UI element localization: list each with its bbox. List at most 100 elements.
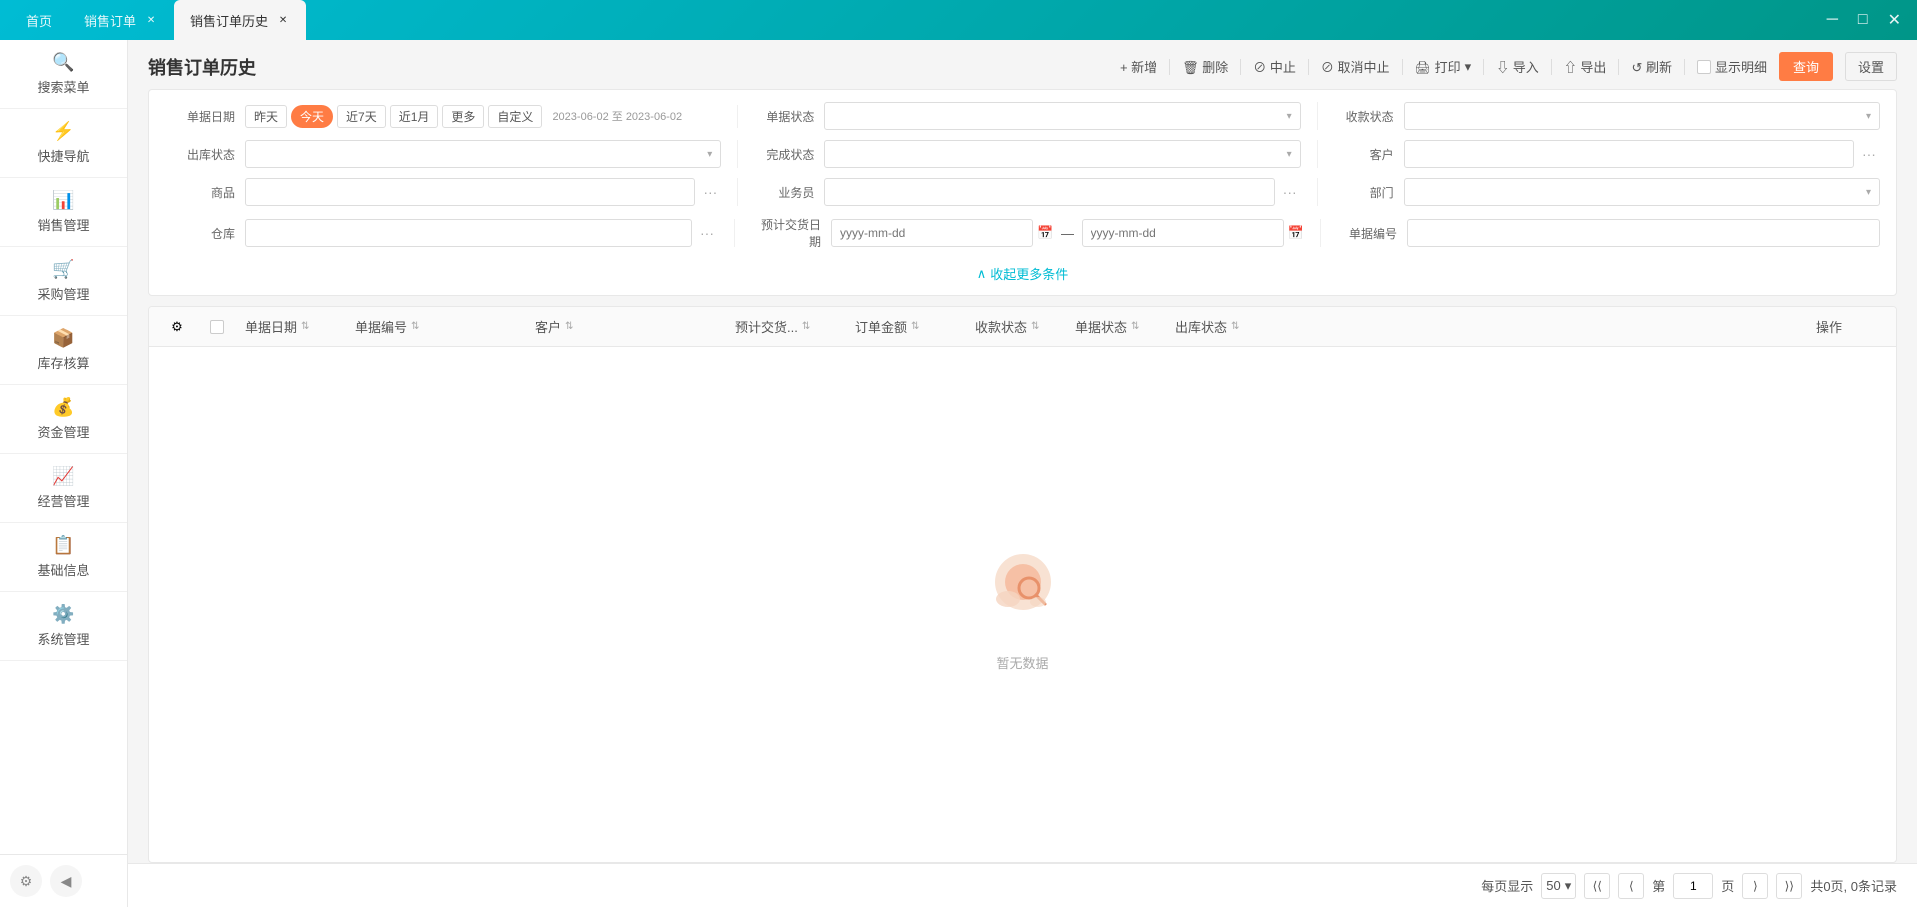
sidebar-item-search[interactable]: 🔍 搜索菜单 bbox=[0, 40, 127, 109]
th-checkbox[interactable] bbox=[197, 320, 237, 334]
sidebar-item-system[interactable]: ⚙️ 系统管理 bbox=[0, 592, 127, 661]
warehouse-input[interactable] bbox=[245, 219, 692, 247]
th-pay-status[interactable]: 收款状态 ⇅ bbox=[967, 317, 1067, 336]
display-checkbox-label: 显示明细 bbox=[1715, 57, 1767, 76]
sort-delivery-icon: ⇅ bbox=[802, 321, 810, 332]
tab-sales-order[interactable]: 销售订单 ✕ bbox=[68, 0, 174, 40]
cancel-stop-button[interactable]: ⊘ 取消中止 bbox=[1321, 57, 1390, 76]
prev-page-btn[interactable]: ⟨ bbox=[1618, 873, 1644, 899]
stockout-select[interactable]: ▾ bbox=[245, 140, 721, 168]
th-doc-status[interactable]: 单据状态 ⇅ bbox=[1067, 317, 1167, 336]
display-detail-checkbox[interactable]: 显示明细 bbox=[1697, 57, 1767, 76]
goods-input[interactable] bbox=[245, 178, 695, 206]
sidebar-item-management[interactable]: 📈 经营管理 bbox=[0, 454, 127, 523]
sidebar-item-basic[interactable]: 📋 基础信息 bbox=[0, 523, 127, 592]
date-filter-label: 单据日期 bbox=[165, 108, 245, 125]
top-bar: 首页 销售订单 ✕ 销售订单历史 ✕ ─ □ ✕ bbox=[0, 0, 1917, 40]
date-custom-btn[interactable]: 自定义 bbox=[488, 105, 542, 128]
th-date[interactable]: 单据日期 ⇅ bbox=[237, 317, 347, 336]
chevron-up-icon: ∧ bbox=[977, 266, 987, 282]
tab-sales-order-close[interactable]: ✕ bbox=[144, 13, 158, 27]
customer-input[interactable] bbox=[1404, 140, 1854, 168]
new-button[interactable]: + 新增 bbox=[1120, 57, 1157, 76]
header-checkbox[interactable] bbox=[210, 320, 224, 334]
customer-dots[interactable]: ··· bbox=[1858, 146, 1880, 162]
bottom-bar: 每页显示 50 ▾ ⟨⟨ ⟨ 第 页 ⟩ ⟩⟩ 共0页, 0条记录 bbox=[128, 863, 1917, 907]
date-more-btn[interactable]: 更多 bbox=[442, 105, 484, 128]
collapse-btn[interactable]: ∧ 收起更多条件 bbox=[165, 260, 1880, 283]
export-button[interactable]: ⇧ 导出 bbox=[1564, 57, 1607, 76]
tab-home[interactable]: 首页 bbox=[10, 0, 68, 40]
date-today-btn[interactable]: 今天 bbox=[291, 105, 333, 128]
sidebar-collapse-btn[interactable]: ◀ bbox=[50, 865, 82, 897]
delete-button[interactable]: 🗑 删除 bbox=[1182, 57, 1228, 76]
sidebar-search-label: 搜索菜单 bbox=[37, 77, 89, 96]
date-7days-btn[interactable]: 近7天 bbox=[337, 105, 386, 128]
sidebar-item-finance[interactable]: 💰 资金管理 bbox=[0, 385, 127, 454]
delivery-start-input[interactable] bbox=[831, 219, 1033, 247]
dept-select[interactable]: ▾ bbox=[1404, 178, 1880, 206]
import-label: ⇩ 导入 bbox=[1496, 57, 1539, 76]
stop-label: ⊘ 中止 bbox=[1253, 57, 1296, 76]
date-yesterday-btn[interactable]: 昨天 bbox=[245, 105, 287, 128]
page-input[interactable] bbox=[1673, 873, 1713, 899]
th-settings[interactable]: ⚙ bbox=[157, 319, 197, 335]
sidebar-item-inventory[interactable]: 📦 库存核算 bbox=[0, 316, 127, 385]
print-button[interactable]: 🖨 打印 ▾ bbox=[1415, 57, 1472, 76]
warehouse-dots[interactable]: ··· bbox=[696, 225, 718, 241]
first-page-btn[interactable]: ⟨⟨ bbox=[1584, 873, 1610, 899]
per-page-select[interactable]: 50 ▾ bbox=[1541, 873, 1576, 899]
query-label: 查询 bbox=[1793, 57, 1819, 76]
th-delivery[interactable]: 预计交货... ⇅ bbox=[727, 317, 847, 336]
delivery-end-input[interactable] bbox=[1082, 219, 1284, 247]
window-maximize-btn[interactable]: □ bbox=[1852, 9, 1874, 31]
new-label: + 新增 bbox=[1120, 57, 1157, 76]
goods-dots[interactable]: ··· bbox=[699, 184, 721, 200]
salesperson-input[interactable] bbox=[824, 178, 1274, 206]
pay-status-select[interactable]: ▾ bbox=[1404, 102, 1880, 130]
sidebar-item-quicknav[interactable]: ⚡ 快捷导航 bbox=[0, 109, 127, 178]
management-icon: 📈 bbox=[52, 466, 74, 487]
docno-input[interactable] bbox=[1407, 219, 1880, 247]
delivery-date-filter-label: 预计交货日期 bbox=[751, 216, 831, 250]
export-label: ⇧ 导出 bbox=[1564, 57, 1607, 76]
filter-row-4: 仓库 ··· 预计交货日期 📅 — 📅 单据编号 bbox=[165, 216, 1880, 250]
sidebar-quicknav-label: 快捷导航 bbox=[37, 146, 89, 165]
calendar-end-icon[interactable]: 📅 bbox=[1288, 225, 1304, 241]
th-amount-label: 订单金额 bbox=[855, 317, 907, 336]
settings-button[interactable]: 设置 bbox=[1845, 52, 1897, 81]
content-area: 销售订单历史 + 新增 🗑 删除 ⊘ 中止 ⊘ 取消中止 bbox=[128, 40, 1917, 907]
th-amount[interactable]: 订单金额 ⇅ bbox=[847, 317, 967, 336]
status-select[interactable]: ▾ bbox=[824, 102, 1300, 130]
complete-select[interactable]: ▾ bbox=[824, 140, 1300, 168]
per-page-label: 每页显示 bbox=[1481, 876, 1533, 895]
sidebar-purchase-label: 采购管理 bbox=[37, 284, 89, 303]
stockout-filter-label: 出库状态 bbox=[165, 146, 245, 163]
sidebar-system-label: 系统管理 bbox=[37, 629, 89, 648]
salesperson-dots[interactable]: ··· bbox=[1279, 184, 1301, 200]
tab-sales-history-close[interactable]: ✕ bbox=[276, 13, 290, 27]
sidebar-settings-btn[interactable]: ⚙ bbox=[10, 865, 42, 897]
query-button[interactable]: 查询 bbox=[1779, 52, 1833, 81]
top-bar-actions: ─ □ ✕ bbox=[1821, 8, 1907, 32]
th-no[interactable]: 单据编号 ⇅ bbox=[347, 317, 527, 336]
th-doc-status-label: 单据状态 bbox=[1075, 317, 1127, 336]
sidebar-inventory-label: 库存核算 bbox=[37, 353, 89, 372]
import-button[interactable]: ⇩ 导入 bbox=[1496, 57, 1539, 76]
date-1month-btn[interactable]: 近1月 bbox=[390, 105, 439, 128]
last-page-btn[interactable]: ⟩⟩ bbox=[1776, 873, 1802, 899]
toolbar-divider-3 bbox=[1308, 59, 1309, 75]
toolbar-divider-7 bbox=[1618, 59, 1619, 75]
refresh-button[interactable]: ↺ 刷新 bbox=[1631, 57, 1672, 76]
sidebar-item-purchase[interactable]: 🛒 采购管理 bbox=[0, 247, 127, 316]
th-customer[interactable]: 客户 ⇅ bbox=[527, 317, 727, 336]
calendar-start-icon[interactable]: 📅 bbox=[1037, 225, 1053, 241]
window-close-btn[interactable]: ✕ bbox=[1882, 8, 1907, 32]
next-page-btn[interactable]: ⟩ bbox=[1742, 873, 1768, 899]
sidebar-item-sales[interactable]: 📊 销售管理 bbox=[0, 178, 127, 247]
th-stock-status[interactable]: 出库状态 ⇅ bbox=[1167, 317, 1267, 336]
window-minimize-btn[interactable]: ─ bbox=[1821, 9, 1844, 31]
stop-button[interactable]: ⊘ 中止 bbox=[1253, 57, 1296, 76]
tab-sales-history[interactable]: 销售订单历史 ✕ bbox=[174, 0, 306, 40]
complete-select-arrow: ▾ bbox=[1287, 149, 1292, 160]
